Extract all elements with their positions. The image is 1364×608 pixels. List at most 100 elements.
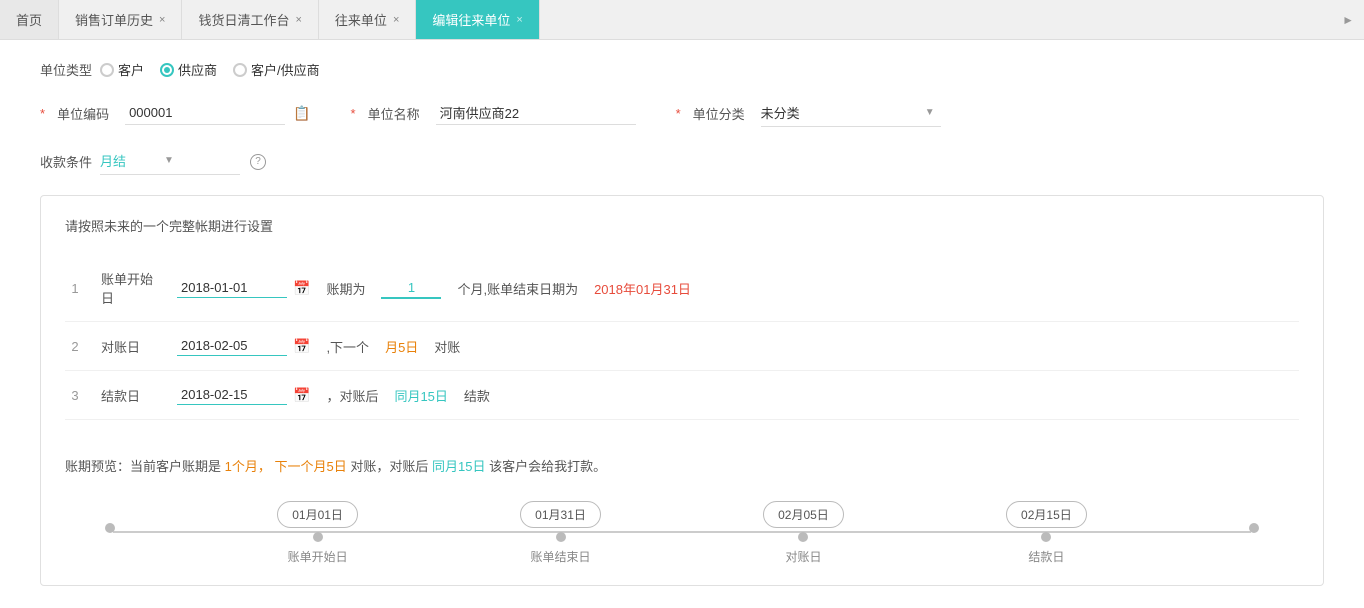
- tab-cashwork[interactable]: 钱货日清工作台 ×: [182, 0, 318, 39]
- row2-suffix-highlight: 月5日: [385, 337, 418, 356]
- unit-code-input[interactable]: [125, 101, 285, 125]
- timeline-end-dot: [1249, 523, 1259, 533]
- row3-suffix-pre: ，对账后: [326, 386, 378, 405]
- chevron-down-icon: ▼: [925, 107, 935, 118]
- card-title: 请按照未来的一个完整帐期进行设置: [65, 216, 1299, 235]
- tab-sales-history[interactable]: 销售订单历史 ×: [59, 0, 182, 39]
- required-star-name: *: [351, 106, 356, 121]
- payment-select[interactable]: 月结 ▼: [100, 147, 240, 175]
- calendar-icon-3[interactable]: 📅: [293, 387, 310, 404]
- timeline-dot-1: [313, 532, 323, 542]
- preview-mid: 对账，对账后: [350, 459, 428, 474]
- row-num-2: 2: [65, 339, 85, 354]
- required-star-class: *: [676, 106, 681, 121]
- period-input-1[interactable]: [381, 278, 441, 299]
- row-num-3: 3: [65, 388, 85, 403]
- timeline-pill-1: 01月01日: [277, 501, 358, 528]
- unit-code-icon[interactable]: 📋: [293, 105, 310, 122]
- unit-class-field: * 单位分类 未分类 ▼: [676, 99, 941, 127]
- tab-home[interactable]: 首页: [0, 0, 59, 39]
- payment-label: 收款条件: [40, 152, 92, 171]
- date-input-1[interactable]: [177, 278, 287, 298]
- timeline-pill-2: 01月31日: [520, 501, 601, 528]
- timeline-dot-4: [1041, 532, 1051, 542]
- close-tab-sales-history[interactable]: ×: [159, 14, 165, 26]
- unit-class-label: 单位分类: [693, 104, 745, 123]
- calendar-icon-2[interactable]: 📅: [293, 338, 310, 355]
- timeline-item-4: 02月15日 结款日: [1006, 501, 1087, 565]
- timeline-dot-3: [798, 532, 808, 542]
- timeline-dot-2: [556, 532, 566, 542]
- preview-p1: 1个月，: [225, 459, 271, 474]
- row-type-2: 对账日: [101, 337, 161, 356]
- unit-name-label: 单位名称: [368, 104, 420, 123]
- page-content: 单位类型 客户 供应商 客户/供应商 * 单位编码 📋 *: [0, 40, 1364, 608]
- timeline-item-2: 01月31日 账单结束日: [520, 501, 601, 565]
- row-type-1: 账单开始日: [101, 269, 161, 307]
- unit-name-input[interactable]: [436, 101, 636, 125]
- tab-contacts[interactable]: 往来单位 ×: [319, 0, 416, 39]
- timeline: 01月01日 账单开始日 01月31日 账单结束日 02月05日 对账日: [65, 501, 1299, 565]
- payment-row: 收款条件 月结 ▼ ?: [40, 147, 1324, 175]
- close-tab-cashwork[interactable]: ×: [295, 14, 301, 26]
- radio-customer[interactable]: 客户: [100, 60, 144, 79]
- date-wrapper-2: 📅: [177, 336, 310, 356]
- unit-type-label: 单位类型: [40, 60, 92, 79]
- tab-scroll-right[interactable]: ►: [1332, 0, 1364, 39]
- timeline-start-dot: [105, 523, 115, 533]
- row2-suffix-pre: ,下一个: [326, 337, 369, 356]
- fields-row: * 单位编码 📋 * 单位名称 * 单位分类 未分类 ▼: [40, 99, 1324, 127]
- preview-suffix: 该客户会给我打款。: [489, 459, 606, 474]
- help-icon[interactable]: ?: [250, 154, 266, 170]
- payment-chevron-icon: ▼: [164, 155, 174, 166]
- period-end-date-1: 2018年01月31日: [594, 279, 691, 298]
- timeline-item-3: 02月05日 对账日: [763, 501, 844, 565]
- radio-customer-circle: [100, 63, 114, 77]
- radio-customer-supplier[interactable]: 客户/供应商: [233, 60, 320, 79]
- setting-row-1: 1 账单开始日 📅 账期为 个月,账单结束日期为 2018年01月31日: [65, 255, 1299, 322]
- timeline-label-2: 账单结束日: [531, 548, 591, 565]
- unit-code-field: * 单位编码 📋: [40, 101, 311, 125]
- row3-suffix-highlight: 同月15日: [394, 386, 447, 405]
- close-tab-edit-contact[interactable]: ×: [516, 14, 522, 26]
- radio-supplier-circle: [160, 63, 174, 77]
- timeline-points: 01月01日 账单开始日 01月31日 账单结束日 02月05日 对账日: [105, 501, 1259, 565]
- calendar-icon-1[interactable]: 📅: [293, 280, 310, 297]
- row-type-3: 结款日: [101, 386, 161, 405]
- payment-value: 月结: [100, 151, 160, 170]
- timeline-start: [105, 523, 115, 565]
- timeline-label-4: 结款日: [1028, 548, 1064, 565]
- date-input-3[interactable]: [177, 385, 287, 405]
- period-prefix-1: 账期为: [326, 279, 365, 298]
- preview-p2: 下一个月5日: [275, 459, 347, 474]
- radio-customer-supplier-circle: [233, 63, 247, 77]
- date-wrapper-1: 📅: [177, 278, 310, 298]
- timeline-label-3: 对账日: [785, 548, 821, 565]
- close-tab-contacts[interactable]: ×: [393, 14, 399, 26]
- timeline-end: [1249, 523, 1259, 565]
- preview-prefix: 账期预览：当前客户账期是: [65, 459, 221, 474]
- row2-suffix-post: 对账: [434, 337, 460, 356]
- date-wrapper-3: 📅: [177, 385, 310, 405]
- unit-class-value: 未分类: [761, 103, 800, 122]
- setting-row-3: 3 结款日 📅 ，对账后同月15日结款: [65, 371, 1299, 420]
- card-section: 请按照未来的一个完整帐期进行设置 1 账单开始日 📅 账期为 个月,账单结束日期…: [40, 195, 1324, 586]
- setting-row-2: 2 对账日 📅 ,下一个月5日对账: [65, 322, 1299, 371]
- unit-type-radio-group: 客户 供应商 客户/供应商: [100, 60, 320, 79]
- tab-edit-contact[interactable]: 编辑往来单位 ×: [416, 0, 539, 39]
- required-star-code: *: [40, 106, 45, 121]
- radio-supplier[interactable]: 供应商: [160, 60, 217, 79]
- preview-p3: 同月15日: [432, 459, 485, 474]
- timeline-label-1: 账单开始日: [288, 548, 348, 565]
- date-input-2[interactable]: [177, 336, 287, 356]
- unit-code-label: 单位编码: [57, 104, 109, 123]
- unit-type-row: 单位类型 客户 供应商 客户/供应商: [40, 60, 1324, 79]
- unit-name-field: * 单位名称: [351, 101, 636, 125]
- timeline-pill-4: 02月15日: [1006, 501, 1087, 528]
- row3-suffix-post: 结款: [464, 386, 490, 405]
- period-suffix-1: 个月,账单结束日期为: [457, 279, 578, 298]
- row-num-1: 1: [65, 281, 85, 296]
- preview-text: 账期预览：当前客户账期是 1个月， 下一个月5日 对账，对账后 同月15日 该客…: [65, 440, 1299, 491]
- timeline-item-1: 01月01日 账单开始日: [277, 501, 358, 565]
- unit-class-dropdown[interactable]: 未分类 ▼: [761, 99, 941, 127]
